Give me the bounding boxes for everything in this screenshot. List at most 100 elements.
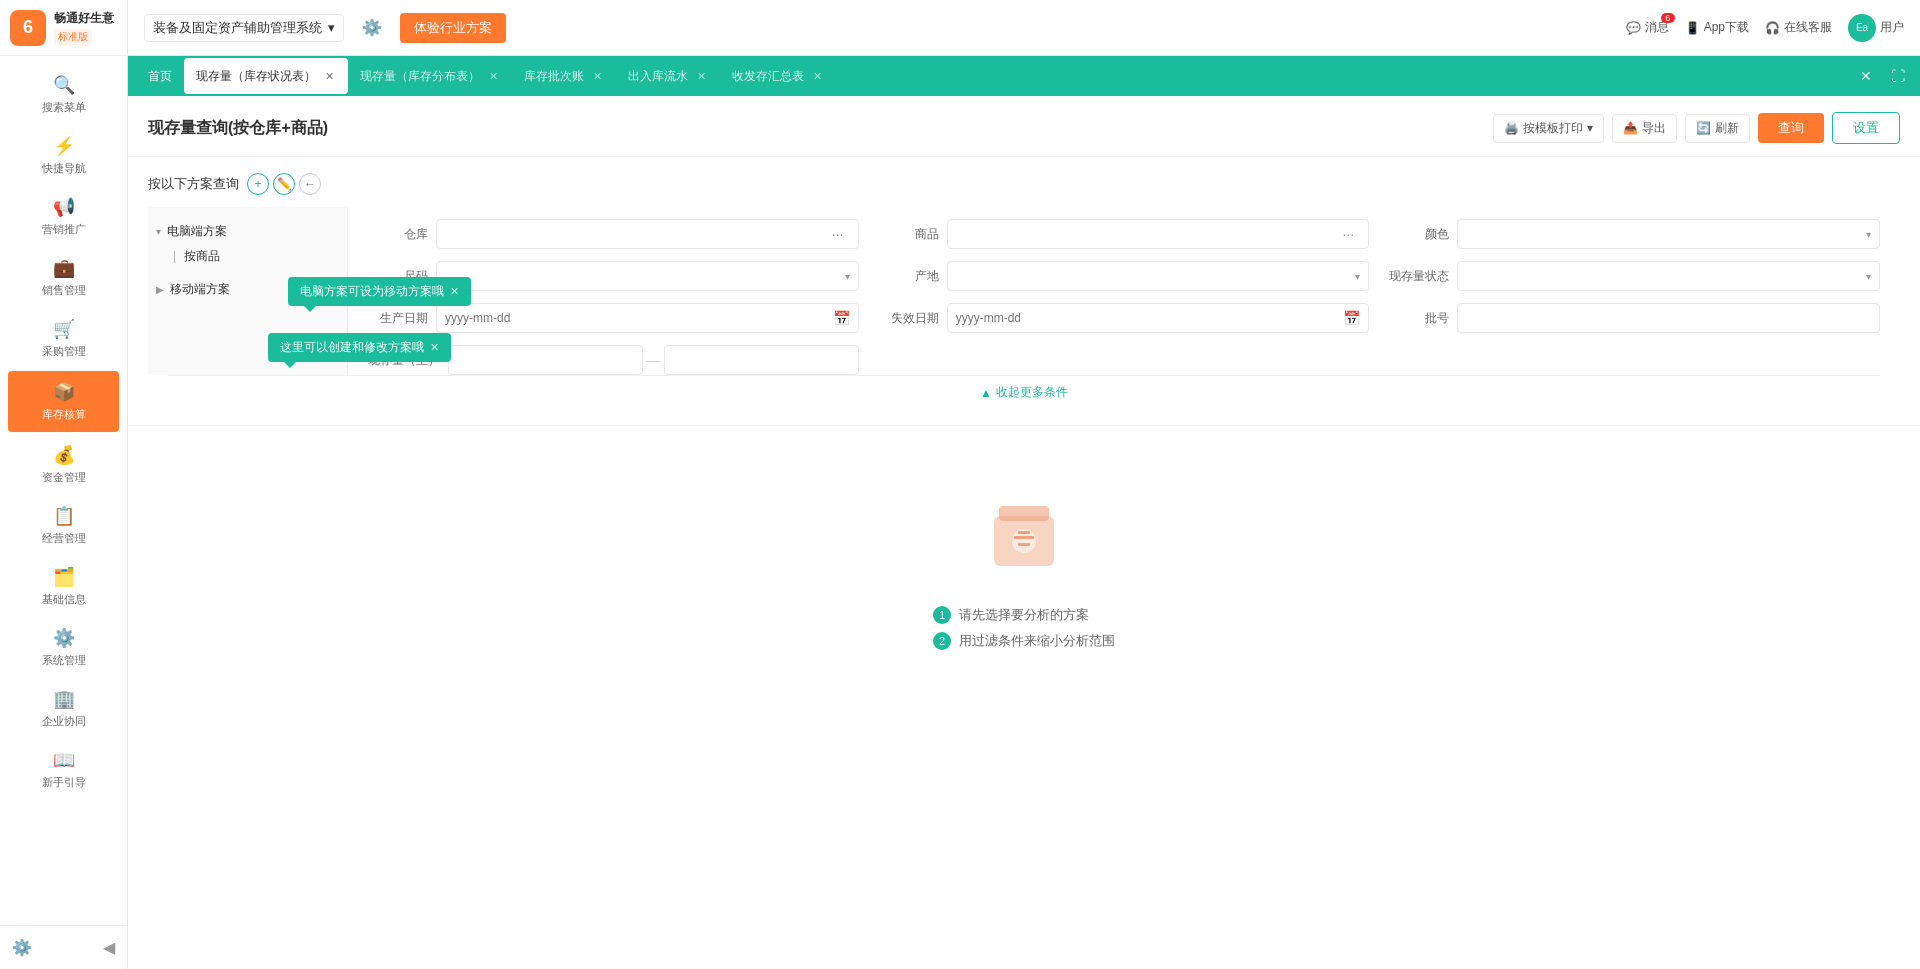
tab-close-inventory-status[interactable]: ✕ [322, 69, 336, 83]
origin-field: 产地 ▾ [879, 261, 1370, 291]
scheme-pc-header[interactable]: ▾ 电脑端方案 [148, 219, 347, 244]
edit-scheme-button[interactable]: ✏️ [273, 173, 295, 195]
sidebar-item-quick[interactable]: ⚡ 快捷导航 [0, 125, 127, 186]
sidebar-item-system[interactable]: ⚙️ 系统管理 [0, 617, 127, 678]
goods-dots[interactable]: ··· [1336, 222, 1360, 246]
tabs-right: ✕ ⛶ [1852, 62, 1912, 90]
calendar-icon: 📅 [833, 310, 850, 326]
svg-rect-1 [999, 506, 1049, 521]
indent-icon: │ [172, 251, 178, 262]
avatar: Ea [1848, 14, 1876, 42]
sidebar-item-inventory[interactable]: 📦 库存核算 [8, 371, 119, 432]
notification-button[interactable]: 💬 消息 6 [1626, 19, 1669, 36]
sidebar-item-purchase[interactable]: 🛒 采购管理 [0, 308, 127, 369]
batch-input[interactable] [1457, 303, 1880, 333]
origin-select[interactable]: ▾ [947, 261, 1370, 291]
tab-batch-ledger[interactable]: 库存批次账 ✕ [512, 58, 616, 94]
sidebar-footer: ⚙️ ◀ [0, 925, 127, 969]
chevron-down-icon: ▾ [1355, 271, 1360, 282]
inventory-status-select[interactable]: ▾ [1457, 261, 1880, 291]
chevron-down-icon: ▾ [1866, 229, 1871, 240]
collapse-sidebar-icon[interactable]: ◀ [103, 938, 115, 957]
quantity-max[interactable] [664, 345, 859, 375]
color-select[interactable]: ▾ [1457, 219, 1880, 249]
sidebar-item-search[interactable]: 🔍 搜索菜单 [0, 64, 127, 125]
sidebar-item-sales[interactable]: 💼 销售管理 [0, 247, 127, 308]
refresh-button[interactable]: 🔄 刷新 [1685, 114, 1750, 143]
print-button[interactable]: 🖨️ 按模板打印 ▾ [1493, 114, 1604, 143]
tab-close-receive-send[interactable]: ✕ [810, 69, 824, 83]
form-panel: 仓库 ··· 商品 ··· [348, 207, 1900, 375]
sidebar-item-guide[interactable]: 📖 新手引导 [0, 739, 127, 800]
warehouse-select[interactable]: ··· [436, 219, 859, 249]
filter-label-row: 按以下方案查询 + ✏️ ← 电脑方案可设为移动方案哦 ✕ 这里可以创建和修改方… [148, 173, 1900, 195]
sidebar: 6 畅通好生意 标准版 🔍 搜索菜单 ⚡ 快捷导航 📢 营销推广 💼 销售管理 … [0, 0, 128, 969]
svg-rect-4 [1018, 531, 1030, 534]
header-left: 装备及固定资产辅助管理系统 ▾ ⚙️ 体验行业方案 [144, 12, 506, 44]
tab-in-out-flow[interactable]: 出入库流水 ✕ [616, 58, 720, 94]
main-content: 现存量查询(按仓库+商品) 🖨️ 按模板打印 ▾ 📤 导出 🔄 刷新 查询 设置 [128, 96, 1920, 969]
add-tooltip: 电脑方案可设为移动方案哦 ✕ [288, 277, 471, 306]
user-menu[interactable]: Ea 用户 [1848, 14, 1904, 42]
quantity-range: — [448, 345, 859, 375]
inventory-status-field: 现存量状态 ▾ [1389, 261, 1880, 291]
collapse-button[interactable]: ▲ 收起更多条件 [168, 375, 1880, 409]
tab-close-batch-ledger[interactable]: ✕ [590, 69, 604, 83]
color-field: 颜色 ▾ [1389, 219, 1880, 249]
expiry-date-text[interactable] [956, 311, 1340, 325]
sidebar-item-enterprise[interactable]: 🏢 企业协同 [0, 678, 127, 739]
reset-button[interactable]: 设置 [1832, 112, 1900, 144]
warehouse-dots[interactable]: ··· [826, 222, 850, 246]
purchase-icon: 🛒 [53, 318, 75, 340]
tab-receive-send[interactable]: 收发存汇总表 ✕ [720, 58, 836, 94]
fullscreen-button[interactable]: ⛶ [1884, 62, 1912, 90]
quantity-min[interactable] [448, 345, 643, 375]
production-date-text[interactable] [445, 311, 829, 325]
search-button[interactable]: 查询 [1758, 113, 1824, 143]
chevron-down-icon: ▾ [1866, 271, 1871, 282]
tab-close-in-out-flow[interactable]: ✕ [694, 69, 708, 83]
expiry-date-field: 失效日期 📅 [879, 303, 1370, 333]
trial-button[interactable]: 体验行业方案 [400, 13, 506, 43]
page-header: 现存量查询(按仓库+商品) 🖨️ 按模板打印 ▾ 📤 导出 🔄 刷新 查询 设置 [128, 96, 1920, 157]
expiry-date-input[interactable]: 📅 [947, 303, 1370, 333]
export-button[interactable]: 📤 导出 [1612, 114, 1677, 143]
export-icon: 📤 [1623, 121, 1638, 135]
sidebar-item-marketing[interactable]: 📢 营销推广 [0, 186, 127, 247]
back-scheme-button[interactable]: ← [299, 173, 321, 195]
size-select[interactable]: ▾ [436, 261, 859, 291]
goods-select[interactable]: ··· [947, 219, 1370, 249]
header-right: 💬 消息 6 📱 App下载 🎧 在线客服 Ea 用户 [1626, 14, 1904, 42]
tab-inventory-status[interactable]: 现存量（库存状况表） ✕ [184, 58, 348, 94]
expiry-date-label: 失效日期 [879, 310, 939, 327]
color-label: 颜色 [1389, 226, 1449, 243]
sidebar-item-base[interactable]: 🗂️ 基础信息 [0, 556, 127, 617]
system-selector[interactable]: 装备及固定资产辅助管理系统 ▾ [144, 14, 344, 42]
sidebar-item-operations[interactable]: 📋 经营管理 [0, 495, 127, 556]
settings-icon[interactable]: ⚙️ [12, 938, 32, 957]
empty-step-2: 2 用过滤条件来缩小分析范围 [933, 632, 1115, 650]
sidebar-item-finance[interactable]: 💰 资金管理 [0, 434, 127, 495]
gear-button[interactable]: ⚙️ [356, 12, 388, 44]
add-scheme-button[interactable]: + [247, 173, 269, 195]
print-icon: 🖨️ [1504, 121, 1519, 135]
empty-illustration [974, 486, 1074, 586]
tooltip-close-edit[interactable]: ✕ [430, 341, 439, 354]
scheme-pc-goods[interactable]: │ 按商品 [148, 244, 347, 269]
empty-state: 1 请先选择要分析的方案 2 用过滤条件来缩小分析范围 [128, 426, 1920, 710]
production-date-input[interactable]: 📅 [436, 303, 859, 333]
arrow-icon: ▾ [156, 226, 161, 237]
tooltip-close-add[interactable]: ✕ [450, 285, 459, 298]
chevron-down-icon: ▾ [328, 20, 335, 35]
close-all-tabs-button[interactable]: ✕ [1852, 62, 1880, 90]
tab-inventory-dist[interactable]: 现存量（库存分布表） ✕ [348, 58, 512, 94]
guide-icon: 📖 [53, 749, 75, 771]
marketing-icon: 📢 [53, 196, 75, 218]
page-title: 现存量查询(按仓库+商品) [148, 118, 328, 139]
online-support-button[interactable]: 🎧 在线客服 [1765, 19, 1832, 36]
tab-close-inventory-dist[interactable]: ✕ [486, 69, 500, 83]
inventory-status-label: 现存量状态 [1389, 268, 1449, 285]
batch-field: 批号 [1389, 303, 1880, 333]
tab-home[interactable]: 首页 [136, 62, 184, 91]
app-download-button[interactable]: 📱 App下载 [1685, 19, 1749, 36]
